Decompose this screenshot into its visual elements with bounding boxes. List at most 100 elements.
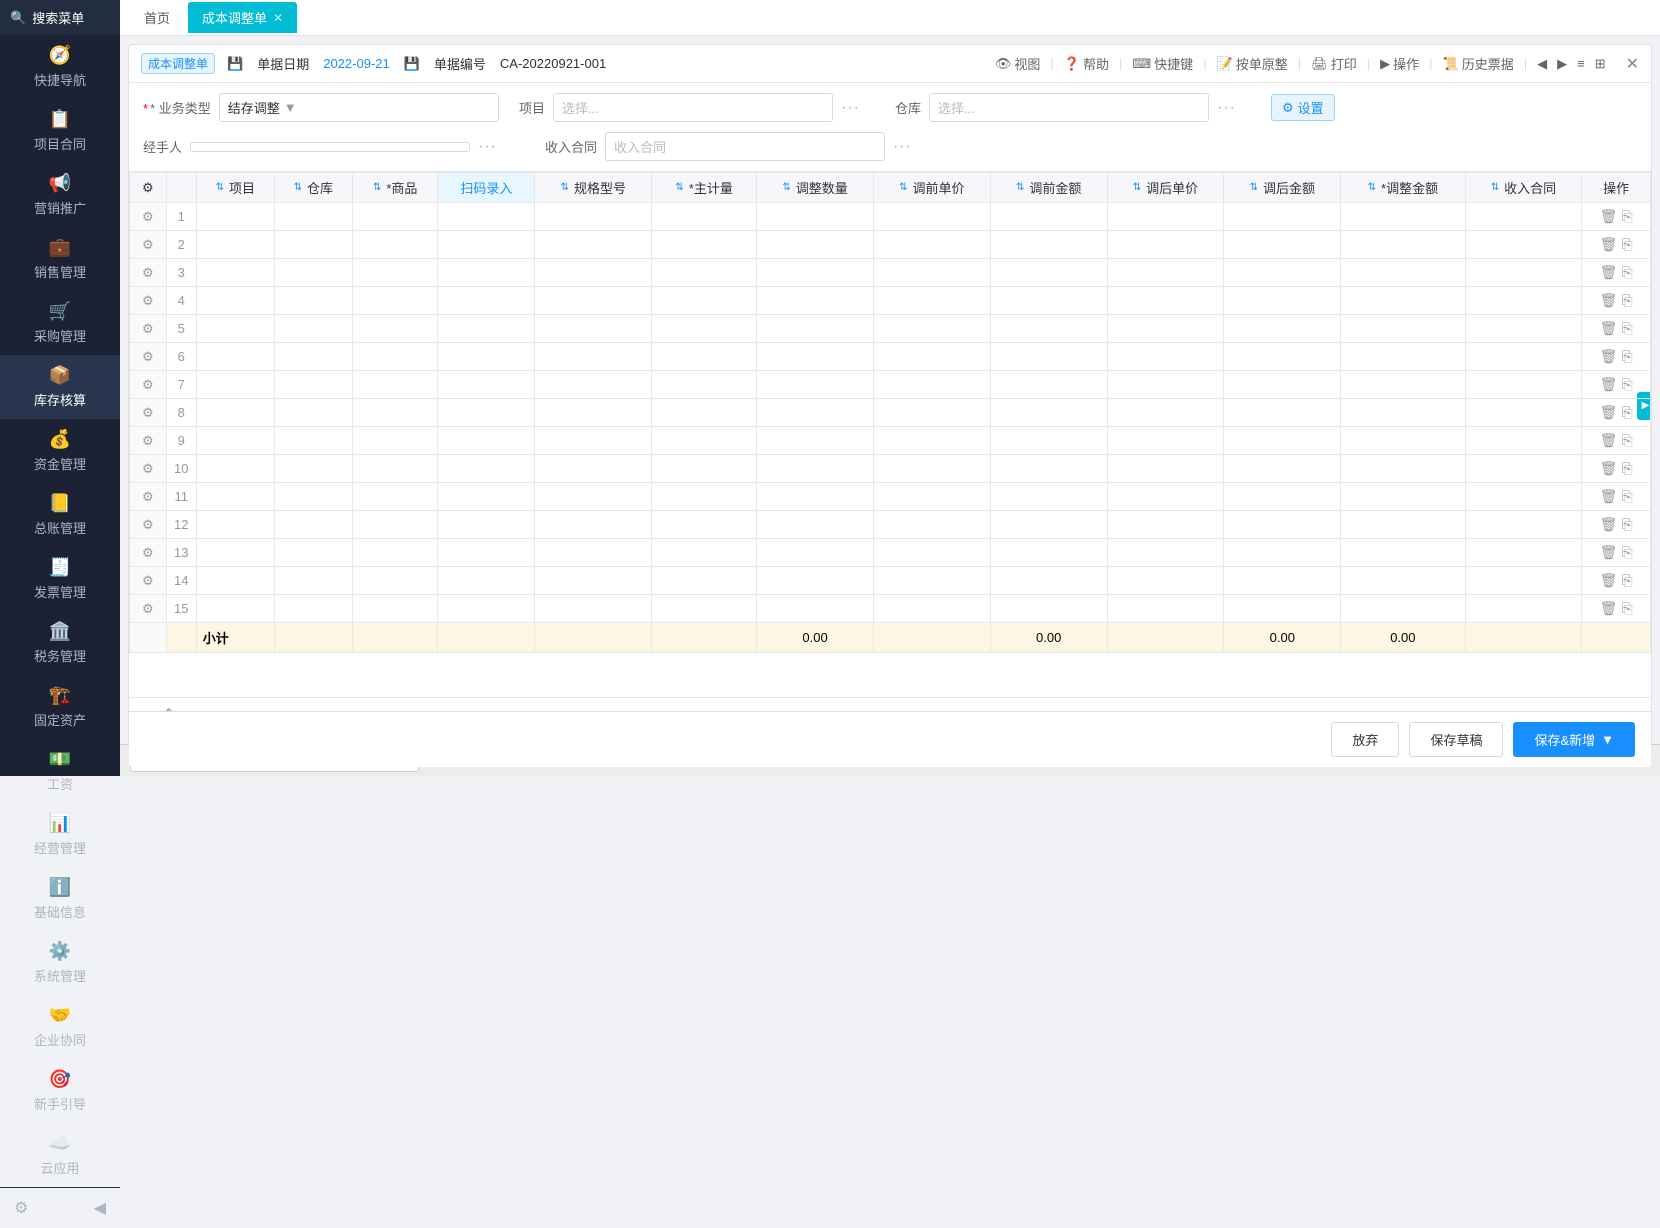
- cell-row1-scan-input[interactable]: [438, 203, 535, 231]
- copy-row-icon[interactable]: ⎘: [1621, 236, 1632, 253]
- row-gear-icon[interactable]: ⚙: [142, 489, 154, 504]
- cell-row7-post-unit-price[interactable]: [1107, 371, 1224, 399]
- cell-row4-product[interactable]: [352, 287, 438, 315]
- tab-close-cost-adjust[interactable]: ✕: [273, 11, 283, 25]
- cell-row12-product[interactable]: [352, 511, 438, 539]
- cell-row15-adj-amount[interactable]: [1341, 595, 1465, 623]
- doc-action-batch-adjust[interactable]: 📝按单原整: [1217, 54, 1288, 73]
- cell-row2-product[interactable]: [352, 231, 438, 259]
- row-gear-icon[interactable]: ⚙: [142, 405, 154, 420]
- cell-row15-product[interactable]: [352, 595, 438, 623]
- cell-row5-product[interactable]: [352, 315, 438, 343]
- delete-row-icon[interactable]: 🗑: [1600, 432, 1618, 449]
- copy-row-icon[interactable]: ⎘: [1621, 488, 1632, 505]
- cell-row14-pre-amount[interactable]: [990, 567, 1107, 595]
- cell-row2-income-contract[interactable]: [1465, 231, 1582, 259]
- copy-row-icon[interactable]: ⎘: [1621, 320, 1632, 337]
- row-gear-icon[interactable]: ⚙: [142, 433, 154, 448]
- cell-row7-adj-amount[interactable]: [1341, 371, 1465, 399]
- cell-row10-post-unit-price[interactable]: [1107, 455, 1224, 483]
- cell-row11-pre-unit-price[interactable]: [873, 483, 990, 511]
- cell-row14-spec-type[interactable]: [535, 567, 652, 595]
- cell-row2-post-unit-price[interactable]: [1107, 231, 1224, 259]
- cell-row11-adj-qty[interactable]: [757, 483, 874, 511]
- tab-cost-adjust[interactable]: 成本调整单✕: [188, 2, 297, 33]
- nav-prev-icon[interactable]: ◀: [1537, 56, 1547, 72]
- cell-row7-pre-unit-price[interactable]: [873, 371, 990, 399]
- warehouse-input[interactable]: 选择...: [929, 93, 1209, 122]
- view-toggle-icon[interactable]: ≡: [1577, 56, 1585, 71]
- cell-row8-pre-unit-price[interactable]: [873, 399, 990, 427]
- cell-row15-pre-amount[interactable]: [990, 595, 1107, 623]
- cell-row13-warehouse[interactable]: [274, 539, 352, 567]
- copy-row-icon[interactable]: ⎘: [1621, 404, 1632, 421]
- cell-row8-spec-type[interactable]: [535, 399, 652, 427]
- cell-row8-warehouse[interactable]: [274, 399, 352, 427]
- settings-col-icon[interactable]: ⚙: [142, 180, 154, 195]
- doc-action-shortcut[interactable]: ⌨快捷键: [1132, 54, 1193, 73]
- cell-row10-pre-unit-price[interactable]: [873, 455, 990, 483]
- cell-row3-post-amount[interactable]: [1224, 259, 1341, 287]
- cell-row14-main-qty[interactable]: [652, 567, 757, 595]
- cell-row12-adj-qty[interactable]: [757, 511, 874, 539]
- row-gear-icon[interactable]: ⚙: [142, 349, 154, 364]
- cell-row14-warehouse[interactable]: [274, 567, 352, 595]
- cell-row15-adj-qty[interactable]: [757, 595, 874, 623]
- cell-row5-project[interactable]: [196, 315, 274, 343]
- delete-row-icon[interactable]: 🗑: [1600, 572, 1618, 589]
- delete-row-icon[interactable]: 🗑: [1600, 404, 1618, 421]
- save-draft-button[interactable]: 保存草稿: [1409, 722, 1503, 757]
- discard-button[interactable]: 放弃: [1331, 722, 1399, 757]
- cell-row15-post-unit-price[interactable]: [1107, 595, 1224, 623]
- cell-row1-adj-qty[interactable]: [757, 203, 874, 231]
- cell-row10-adj-amount[interactable]: [1341, 455, 1465, 483]
- cell-row2-spec-type[interactable]: [535, 231, 652, 259]
- cell-row12-post-amount[interactable]: [1224, 511, 1341, 539]
- cell-row9-warehouse[interactable]: [274, 427, 352, 455]
- cell-row4-scan-input[interactable]: [438, 287, 535, 315]
- view-toggle2-icon[interactable]: ⊞: [1595, 56, 1606, 72]
- cell-row7-pre-amount[interactable]: [990, 371, 1107, 399]
- cell-row8-post-unit-price[interactable]: [1107, 399, 1224, 427]
- cell-row4-pre-unit-price[interactable]: [873, 287, 990, 315]
- cell-row14-income-contract[interactable]: [1465, 567, 1582, 595]
- cell-row1-main-qty[interactable]: [652, 203, 757, 231]
- cell-row5-spec-type[interactable]: [535, 315, 652, 343]
- delete-row-icon[interactable]: 🗑: [1600, 600, 1618, 617]
- sidebar-item-basic-info[interactable]: ℹ️基础信息: [0, 867, 120, 931]
- cell-row11-product[interactable]: [352, 483, 438, 511]
- cell-row13-post-unit-price[interactable]: [1107, 539, 1224, 567]
- cell-row6-scan-input[interactable]: [438, 343, 535, 371]
- cell-row14-adj-qty[interactable]: [757, 567, 874, 595]
- cell-row7-warehouse[interactable]: [274, 371, 352, 399]
- copy-row-icon[interactable]: ⎘: [1621, 208, 1632, 225]
- cell-row12-warehouse[interactable]: [274, 511, 352, 539]
- cell-row6-pre-unit-price[interactable]: [873, 343, 990, 371]
- row-gear-icon[interactable]: ⚙: [142, 237, 154, 252]
- settings-icon[interactable]: ⚙: [14, 1198, 28, 1218]
- cell-row1-project[interactable]: [196, 203, 274, 231]
- cell-row10-scan-input[interactable]: [438, 455, 535, 483]
- copy-row-icon[interactable]: ⎘: [1621, 376, 1632, 393]
- cell-row4-post-unit-price[interactable]: [1107, 287, 1224, 315]
- row-gear-icon[interactable]: ⚙: [142, 321, 154, 336]
- cell-row7-adj-qty[interactable]: [757, 371, 874, 399]
- sidebar-item-tax-mgmt[interactable]: 🏛️税务管理: [0, 611, 120, 675]
- cell-row13-post-amount[interactable]: [1224, 539, 1341, 567]
- row-gear-icon[interactable]: ⚙: [142, 377, 154, 392]
- sidebar-search[interactable]: 🔍 搜索菜单: [0, 0, 120, 35]
- cell-row3-post-unit-price[interactable]: [1107, 259, 1224, 287]
- cell-row11-spec-type[interactable]: [535, 483, 652, 511]
- cell-row3-income-contract[interactable]: [1465, 259, 1582, 287]
- cell-row8-adj-amount[interactable]: [1341, 399, 1465, 427]
- delete-row-icon[interactable]: 🗑: [1600, 208, 1618, 225]
- cell-row4-adj-amount[interactable]: [1341, 287, 1465, 315]
- cell-row4-project[interactable]: [196, 287, 274, 315]
- cell-row14-scan-input[interactable]: [438, 567, 535, 595]
- row-gear-icon[interactable]: ⚙: [142, 573, 154, 588]
- cell-row5-post-unit-price[interactable]: [1107, 315, 1224, 343]
- doc-action-view[interactable]: 👁视图: [995, 54, 1041, 73]
- cell-row7-post-amount[interactable]: [1224, 371, 1341, 399]
- cell-row13-adj-qty[interactable]: [757, 539, 874, 567]
- cell-row2-adj-qty[interactable]: [757, 231, 874, 259]
